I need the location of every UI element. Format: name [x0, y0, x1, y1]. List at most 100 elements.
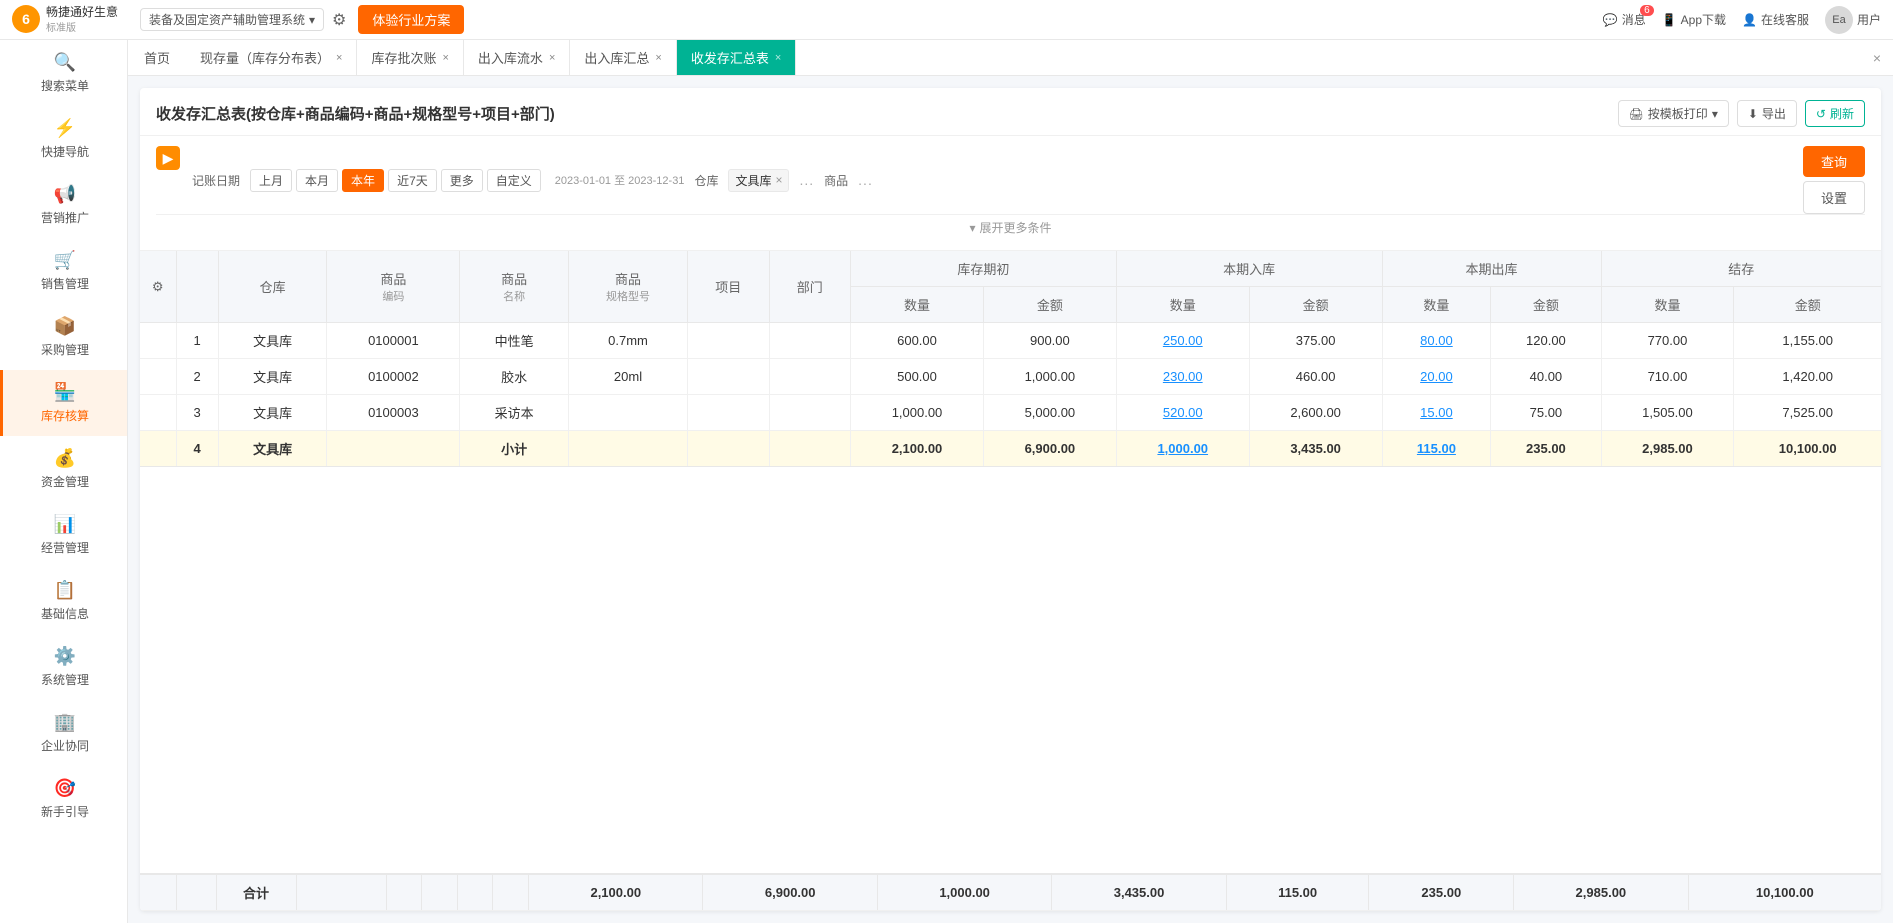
footer-empty-no [176, 875, 216, 911]
sidebar-item-newbie[interactable]: 🎯 新手引导 [0, 766, 127, 832]
cell-in-qty[interactable]: 520.00 [1116, 395, 1249, 431]
cell-balance-amt: 1,420.00 [1734, 359, 1881, 395]
close-all-tabs[interactable]: × [1861, 50, 1893, 66]
date-btn-more[interactable]: 更多 [441, 169, 483, 192]
sidebar-item-sales[interactable]: 🛒 销售管理 [0, 238, 127, 304]
cell-out-qty[interactable]: 15.00 [1382, 395, 1491, 431]
tab-close-stock-summary[interactable]: × [775, 52, 781, 64]
tab-close-in-out-summary[interactable]: × [655, 52, 661, 64]
footer-table: 合计 2,100.00 6,900.00 1,000.00 3,435.00 1… [140, 875, 1881, 911]
cell-no: 3 [176, 395, 218, 431]
goods-ellipsis[interactable]: ... [858, 172, 873, 188]
tab-stock-summary[interactable]: 收发存汇总表 × [677, 40, 796, 75]
filter-toggle[interactable]: ▶ [156, 146, 180, 170]
cell-in-amt: 2,600.00 [1249, 395, 1382, 431]
export-button[interactable]: ⬇ 导出 [1737, 100, 1797, 127]
sidebar-item-search[interactable]: 🔍 搜索菜单 [0, 40, 127, 106]
sidebar-item-quick[interactable]: ⚡ 快捷导航 [0, 106, 127, 172]
sidebar-item-finance[interactable]: 💰 资金管理 [0, 436, 127, 502]
refresh-button[interactable]: ↺ 刷新 [1805, 100, 1865, 127]
sidebar-item-system[interactable]: ⚙️ 系统管理 [0, 634, 127, 700]
cell-out-qty[interactable]: 115.00 [1382, 431, 1491, 467]
expand-conditions[interactable]: ▾ 展开更多条件 [156, 214, 1865, 240]
tab-label-stock-distribution: 现存量（库存分布表） [200, 48, 330, 67]
cell-out-qty[interactable]: 80.00 [1382, 323, 1491, 359]
content-area: 首页 现存量（库存分布表） × 库存批次账 × 出入库流水 × 出入库汇总 × … [128, 40, 1893, 923]
tab-home[interactable]: 首页 [128, 40, 186, 75]
date-btn-this-month[interactable]: 本月 [296, 169, 338, 192]
cell-balance-amt: 7,525.00 [1734, 395, 1881, 431]
cell-out-qty-link[interactable]: 80.00 [1420, 333, 1453, 348]
enterprise-icon: 🏢 [54, 712, 76, 733]
cell-in-qty-link[interactable]: 250.00 [1163, 333, 1203, 348]
query-button[interactable]: 查询 [1803, 146, 1865, 177]
sidebar-label-inventory: 库存核算 [41, 407, 89, 424]
tab-close-stock-distribution[interactable]: × [336, 52, 342, 64]
cell-out-qty-link[interactable]: 115.00 [1417, 441, 1456, 456]
warehouse-ellipsis[interactable]: ... [799, 172, 814, 188]
th-balance-amt: 金额 [1734, 287, 1881, 323]
cell-opening-amt: 1,000.00 [983, 359, 1116, 395]
setting-button[interactable]: 设置 [1803, 181, 1865, 214]
tab-close-in-out-flow[interactable]: × [549, 52, 555, 64]
th-spec: 商品 规格型号 [568, 251, 687, 323]
sidebar-item-marketing[interactable]: 📢 营销推广 [0, 172, 127, 238]
cell-department [769, 323, 851, 359]
footer-balance-amt: 10,100.00 [1688, 875, 1881, 911]
warehouse-tag-close[interactable]: × [775, 173, 782, 187]
sidebar-label-marketing: 营销推广 [41, 209, 89, 226]
sidebar-label-basic: 基础信息 [41, 605, 89, 622]
user-item[interactable]: Ea 用户 [1825, 6, 1881, 34]
date-range: 2023-01-01 至 2023-12-31 [555, 172, 685, 188]
tab-close-batch-accounts[interactable]: × [442, 52, 448, 64]
top-header: 6 畅捷通好生意 标准版 装备及固定资产辅助管理系统 ▾ ⚙ 体验行业方案 💬 … [0, 0, 1893, 40]
footer-empty-project [457, 875, 493, 911]
app-download-item[interactable]: 📱 App下载 [1662, 11, 1726, 28]
system-select-arrow: ▾ [309, 13, 315, 27]
print-label: 按模板打印 [1648, 105, 1708, 122]
message-item[interactable]: 💬 消息 6 [1603, 11, 1646, 28]
date-btn-this-year[interactable]: 本年 [342, 169, 384, 192]
sidebar-label-enterprise: 企业协同 [41, 737, 89, 754]
cell-opening-amt: 900.00 [983, 323, 1116, 359]
online-service-label: 在线客服 [1761, 11, 1809, 28]
sidebar: 🔍 搜索菜单 ⚡ 快捷导航 📢 营销推广 🛒 销售管理 📦 采购管理 🏪 库存核… [0, 40, 128, 923]
th-settings[interactable]: ⚙ [140, 251, 176, 323]
cell-out-qty-link[interactable]: 20.00 [1420, 369, 1453, 384]
tab-in-out-summary[interactable]: 出入库汇总 × [570, 40, 676, 75]
print-button[interactable]: 🖨 按模板打印 ▾ [1618, 100, 1729, 127]
cell-in-qty[interactable]: 1,000.00 [1116, 431, 1249, 467]
tab-batch-accounts[interactable]: 库存批次账 × [357, 40, 463, 75]
cell-out-qty[interactable]: 20.00 [1382, 359, 1491, 395]
online-service-item[interactable]: 👤 在线客服 [1742, 11, 1809, 28]
sidebar-item-purchase[interactable]: 📦 采购管理 [0, 304, 127, 370]
cell-in-qty-link[interactable]: 1,000.00 [1157, 441, 1208, 456]
date-btn-7days[interactable]: 近7天 [388, 169, 437, 192]
tab-stock-distribution[interactable]: 现存量（库存分布表） × [186, 40, 357, 75]
trial-button[interactable]: 体验行业方案 [358, 5, 464, 34]
cell-out-qty-link[interactable]: 15.00 [1420, 405, 1453, 420]
cell-in-qty[interactable]: 250.00 [1116, 323, 1249, 359]
warehouse-tag[interactable]: 文具库 × [728, 169, 789, 192]
user-label: 用户 [1857, 11, 1881, 28]
cell-spec: 20ml [568, 359, 687, 395]
system-select[interactable]: 装备及固定资产辅助管理系统 ▾ [140, 8, 324, 31]
warehouse-label: 仓库 [694, 172, 718, 189]
cell-in-qty-link[interactable]: 230.00 [1163, 369, 1203, 384]
cell-name: 采访本 [460, 395, 569, 431]
sidebar-label-quick: 快捷导航 [41, 143, 89, 160]
settings-icon[interactable]: ⚙ [332, 10, 346, 30]
logo-icon: 6 [12, 5, 40, 33]
sidebar-item-basic[interactable]: 📋 基础信息 [0, 568, 127, 634]
sidebar-label-newbie: 新手引导 [41, 803, 89, 820]
date-btn-custom[interactable]: 自定义 [487, 169, 541, 192]
tab-in-out-flow[interactable]: 出入库流水 × [464, 40, 570, 75]
sidebar-item-inventory[interactable]: 🏪 库存核算 [0, 370, 127, 436]
sidebar-item-operation[interactable]: 📊 经营管理 [0, 502, 127, 568]
date-btn-last-month[interactable]: 上月 [250, 169, 292, 192]
footer-empty-settings [140, 875, 176, 911]
sidebar-item-enterprise[interactable]: 🏢 企业协同 [0, 700, 127, 766]
cell-in-qty-link[interactable]: 520.00 [1163, 405, 1203, 420]
cell-in-qty[interactable]: 230.00 [1116, 359, 1249, 395]
sales-icon: 🛒 [54, 250, 76, 271]
